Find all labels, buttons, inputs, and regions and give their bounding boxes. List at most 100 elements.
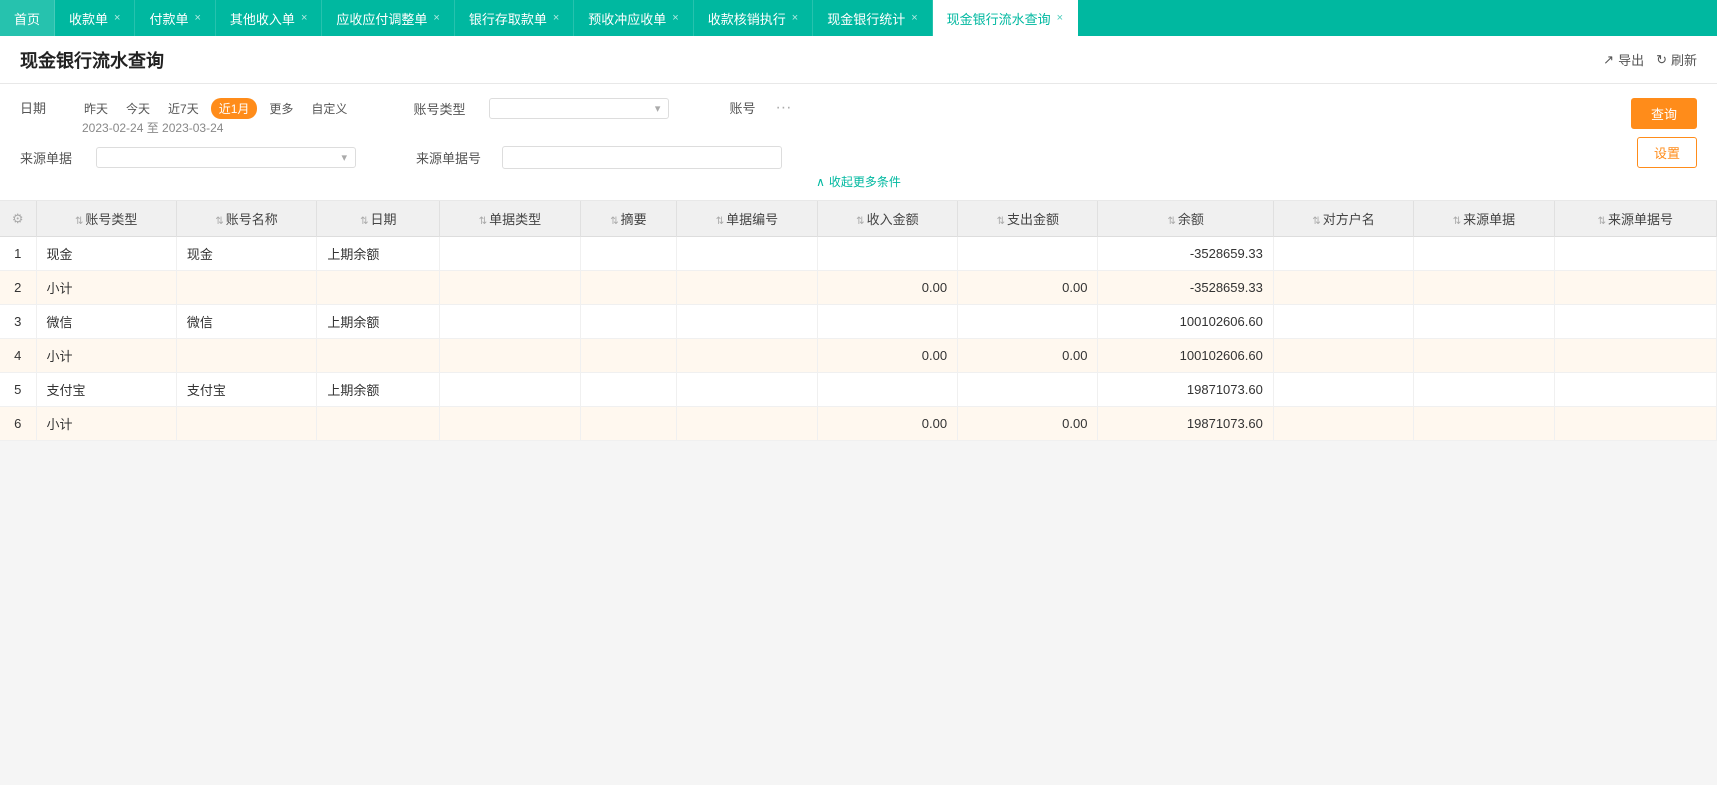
table-row: 5支付宝支付宝上期余额19871073.60 [0, 373, 1717, 407]
row-source-doc [1414, 339, 1554, 373]
row-doc-type [440, 271, 580, 305]
sort-icon2[interactable]: ⇅ [215, 216, 223, 227]
nav-bank-deposit[interactable]: 银行存取款单 × [455, 0, 574, 36]
query-button[interactable]: 查询 [1631, 98, 1697, 129]
chevron-down-icon2: ▾ [341, 151, 347, 164]
nav-prepay[interactable]: 预收冲应收单 × [574, 0, 693, 36]
account-more-icon[interactable]: ··· [775, 99, 791, 117]
date-filter-group: 昨天 今天 近7天 近1月 更多 自定义 2023-02-24 至 2023-0… [78, 98, 353, 136]
row-source-doc [1414, 271, 1554, 305]
row-expense [958, 237, 1098, 271]
row-account-name: 微信 [176, 305, 316, 339]
account-type-select[interactable]: ▾ [489, 98, 669, 119]
row-date [317, 407, 440, 441]
row-no: 1 [0, 237, 36, 271]
collapse-bar[interactable]: ∧ 收起更多条件 [20, 173, 1697, 190]
sort-icon3[interactable]: ⇅ [360, 216, 368, 227]
chevron-down-icon: ▾ [655, 102, 661, 115]
top-nav: 首页 收款单 × 付款单 × 其他收入单 × 应收应付调整单 × 银行存取款单 … [0, 0, 1717, 36]
table-row: 1现金现金上期余额-3528659.33 [0, 237, 1717, 271]
sort-icon10[interactable]: ⇅ [1312, 216, 1320, 227]
date-opt-7days[interactable]: 近7天 [162, 98, 205, 119]
date-opt-yesterday[interactable]: 昨天 [78, 98, 114, 119]
row-account-name [176, 339, 316, 373]
account-label: 账号 [729, 98, 759, 117]
row-no: 2 [0, 271, 36, 305]
export-button[interactable]: ↗ 导出 [1603, 50, 1644, 69]
sort-icon7[interactable]: ⇅ [856, 216, 864, 227]
sort-icon[interactable]: ⇅ [75, 216, 83, 227]
page-header: 现金银行流水查询 ↗ 导出 ↻ 刷新 [0, 36, 1717, 84]
date-range-display: 2023-02-24 至 2023-03-24 [82, 119, 353, 136]
nav-other-income[interactable]: 其他收入单 × [216, 0, 322, 36]
date-opt-custom[interactable]: 自定义 [305, 98, 353, 119]
source-doc-select[interactable]: ▾ [96, 147, 356, 168]
nav-home[interactable]: 首页 [0, 0, 55, 36]
row-date [317, 271, 440, 305]
export-icon: ↗ [1603, 52, 1614, 68]
row-doc-type [440, 237, 580, 271]
row-counterpart [1273, 237, 1413, 271]
close-icon[interactable]: × [1057, 12, 1063, 24]
col-doc-no: ⇅单据编号 [677, 201, 817, 237]
row-account-name: 支付宝 [176, 373, 316, 407]
col-account-type: ⇅账号类型 [36, 201, 176, 237]
filter-area: 日期 昨天 今天 近7天 近1月 更多 自定义 2023-02-24 至 202… [0, 84, 1717, 201]
row-balance: -3528659.33 [1098, 271, 1273, 305]
row-balance: 100102606.60 [1098, 339, 1273, 373]
close-icon[interactable]: × [672, 12, 678, 24]
row-account-type: 小计 [36, 339, 176, 373]
row-expense: 0.00 [958, 407, 1098, 441]
row-account-type: 小计 [36, 407, 176, 441]
row-source-doc-no [1554, 407, 1716, 441]
row-account-type: 现金 [36, 237, 176, 271]
row-date: 上期余额 [317, 373, 440, 407]
row-doc-type [440, 339, 580, 373]
source-doc-label: 来源单据 [20, 148, 80, 167]
row-summary [580, 305, 677, 339]
row-balance: 19871073.60 [1098, 407, 1273, 441]
source-doc-no-input[interactable] [502, 146, 782, 169]
page-title: 现金银行流水查询 [20, 47, 164, 73]
nav-adjustment[interactable]: 应收应付调整单 × [322, 0, 454, 36]
close-icon[interactable]: × [792, 12, 798, 24]
row-source-doc-no [1554, 339, 1716, 373]
close-icon[interactable]: × [553, 12, 559, 24]
close-icon[interactable]: × [301, 12, 307, 24]
row-doc-no [677, 373, 817, 407]
nav-collection[interactable]: 收款核销执行 × [694, 0, 813, 36]
row-summary [580, 237, 677, 271]
nav-payment[interactable]: 付款单 × [135, 0, 215, 36]
close-icon[interactable]: × [433, 12, 439, 24]
sort-icon11[interactable]: ⇅ [1453, 216, 1461, 227]
sort-icon4[interactable]: ⇅ [479, 216, 487, 227]
sort-icon9[interactable]: ⇅ [1167, 216, 1175, 227]
row-no: 4 [0, 339, 36, 373]
sort-icon5[interactable]: ⇅ [610, 216, 618, 227]
row-income: 0.00 [817, 271, 957, 305]
sort-icon8[interactable]: ⇅ [997, 216, 1005, 227]
nav-bank-stats[interactable]: 现金银行统计 × [813, 0, 932, 36]
sort-icon12[interactable]: ⇅ [1598, 216, 1606, 227]
settings-button[interactable]: 设置 [1637, 137, 1697, 168]
row-doc-no [677, 305, 817, 339]
gear-icon[interactable]: ⚙ [12, 211, 24, 226]
filter-buttons: 查询 设置 [1619, 98, 1697, 168]
date-opt-1month[interactable]: 近1月 [211, 98, 258, 119]
refresh-button[interactable]: ↻ 刷新 [1656, 50, 1697, 69]
date-opt-today[interactable]: 今天 [120, 98, 156, 119]
row-balance: -3528659.33 [1098, 237, 1273, 271]
row-expense: 0.00 [958, 271, 1098, 305]
close-icon[interactable]: × [114, 12, 120, 24]
close-icon[interactable]: × [911, 12, 917, 24]
row-source-doc-no [1554, 271, 1716, 305]
row-doc-type [440, 407, 580, 441]
nav-bank-flow[interactable]: 现金银行流水查询 × [933, 0, 1078, 36]
row-counterpart [1273, 407, 1413, 441]
sort-icon6[interactable]: ⇅ [716, 216, 724, 227]
col-gear: ⚙ [0, 201, 36, 237]
date-opt-more[interactable]: 更多 [263, 98, 299, 119]
nav-receipt[interactable]: 收款单 × [55, 0, 135, 36]
row-summary [580, 373, 677, 407]
close-icon[interactable]: × [194, 12, 200, 24]
